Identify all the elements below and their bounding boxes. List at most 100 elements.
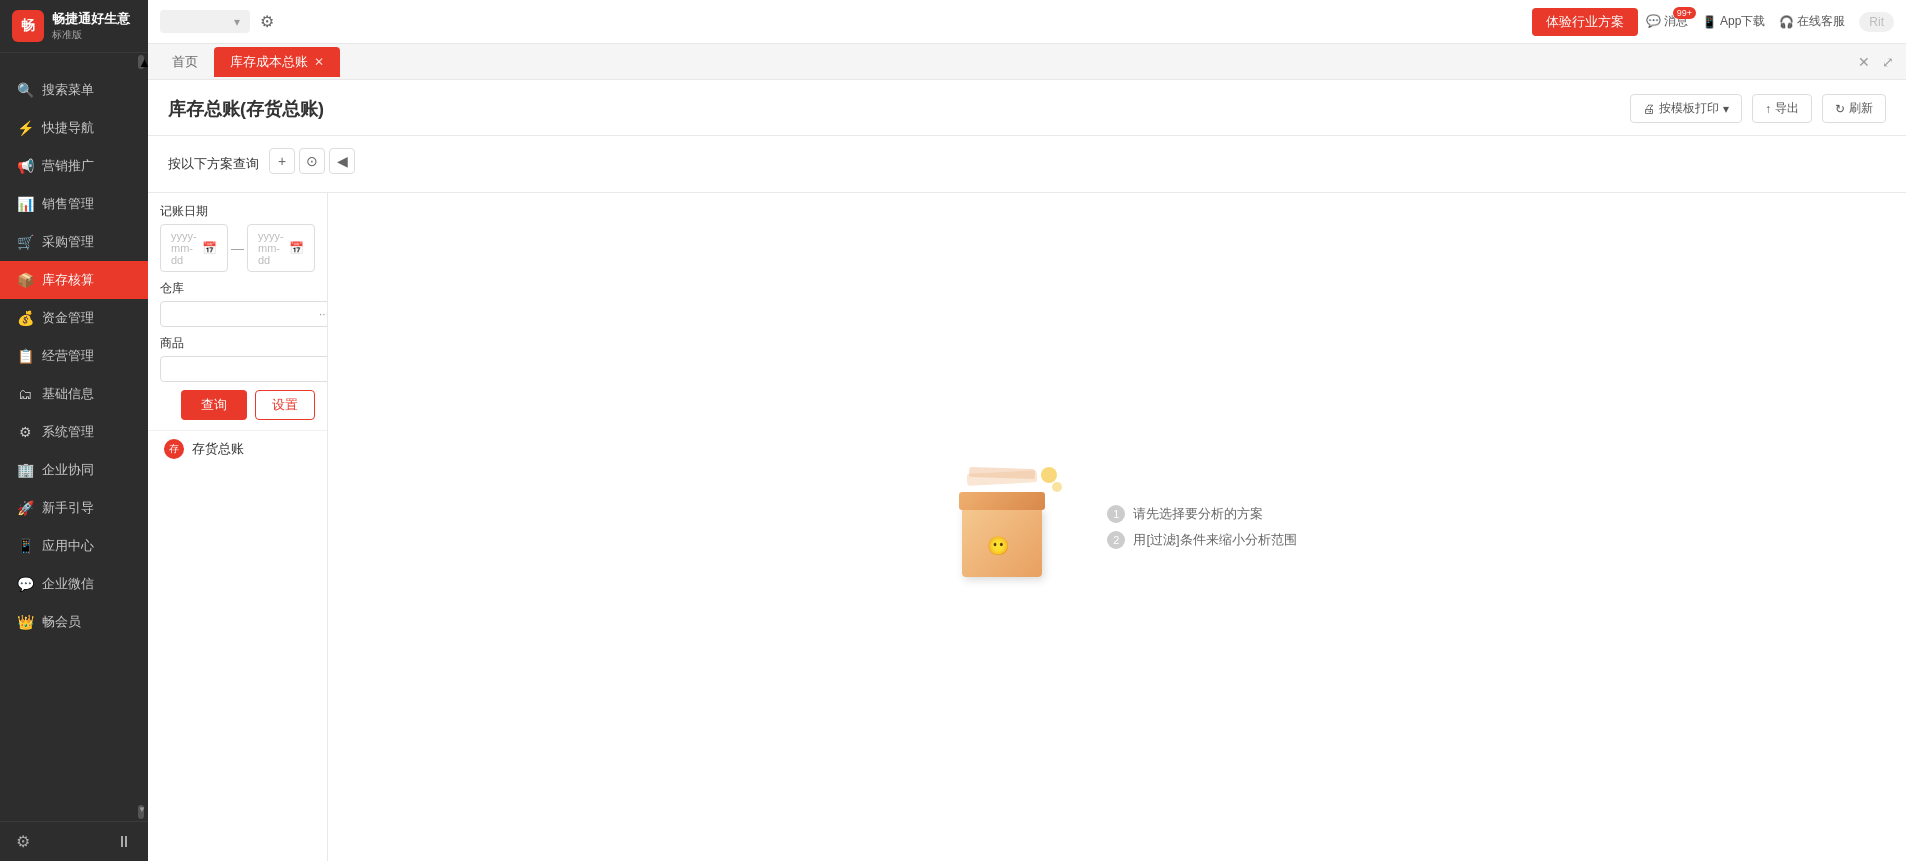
sidebar-item-membership[interactable]: 👑 畅会员 (0, 603, 148, 641)
calendar-to-icon[interactable]: 📅 (289, 241, 304, 255)
filter-collapse-btn[interactable]: ◀ (329, 148, 355, 174)
sidebar-nav: 🔍 搜索菜单 ⚡ 快捷导航 📢 营销推广 📊 销售管理 🛒 采购管理 📦 库存核… (0, 71, 148, 803)
sidebar-item-base-info[interactable]: 🗂 基础信息 (0, 375, 148, 413)
onboarding-icon: 🚀 (16, 500, 34, 516)
user-avatar-btn[interactable]: Rit (1859, 12, 1894, 32)
empty-tip-1: 1 请先选择要分析的方案 (1107, 505, 1296, 523)
warehouse-more-btn[interactable]: ··· (319, 307, 328, 321)
finance-icon: 💰 (16, 310, 34, 326)
export-icon: ↑ (1765, 102, 1771, 116)
sidebar-item-app-center[interactable]: 📱 应用中心 (0, 527, 148, 565)
sidebar-item-purchase[interactable]: 🛒 采购管理 (0, 223, 148, 261)
calendar-from-icon[interactable]: 📅 (202, 241, 217, 255)
settings-footer-btn[interactable]: ⚙ (16, 832, 30, 851)
sales-icon: 📊 (16, 196, 34, 212)
wechat-icon: 💬 (16, 576, 34, 592)
sidebar-logo: 畅 畅捷通好生意 标准版 (0, 0, 148, 53)
goods-field-label: 商品 (160, 335, 315, 352)
message-icon: 💬 (1646, 14, 1661, 28)
app-download-btn[interactable]: 📱 App下载 (1702, 13, 1765, 30)
breadcrumb-dropdown-icon[interactable]: ▾ (234, 15, 240, 29)
filter-area: 按以下方案查询 + ⊙ ◀ (148, 136, 1906, 193)
settings-gear-btn[interactable]: ⚙ (260, 12, 274, 31)
date-input-group: yyyy-mm-dd 📅 — yyyy-mm-dd 📅 (160, 224, 315, 272)
print-template-btn[interactable]: 🖨 按模板打印 ▾ (1630, 94, 1742, 123)
enterprise-icon: 🏢 (16, 462, 34, 478)
sidebar-scroll-down[interactable]: ▼ (138, 805, 144, 819)
breadcrumb-text (170, 13, 230, 30)
sidebar-item-finance[interactable]: 💰 资金管理 (0, 299, 148, 337)
empty-tip-2: 2 用[过滤]条件来缩小分析范围 (1107, 531, 1296, 549)
sidebar-scroll-up[interactable]: ▲ (138, 55, 144, 69)
scheme-item-icon: 存 (164, 439, 184, 459)
search-icon: 🔍 (16, 82, 34, 98)
tab-close-panel-btn[interactable]: ✕ (1854, 50, 1874, 74)
collapse-sidebar-btn[interactable]: ⏸ (116, 833, 132, 851)
phone-icon: 📱 (1702, 15, 1717, 29)
warehouse-field-label: 仓库 (160, 280, 315, 297)
content-area: 库存总账(存货总账) 🖨 按模板打印 ▾ ↑ 导出 ↻ 刷新 按以下方案查询 (148, 80, 1906, 861)
query-row: 记账日期 yyyy-mm-dd 📅 — yyyy-mm-dd 📅 (148, 193, 327, 431)
sidebar-item-wechat[interactable]: 💬 企业微信 (0, 565, 148, 603)
query-btn[interactable]: 查询 (181, 390, 247, 420)
filter-add-btns: + ⊙ ◀ (269, 148, 355, 174)
right-content: 😶 1 请先选择要分析的方案 (328, 193, 1906, 861)
scheme-sidebar: 记账日期 yyyy-mm-dd 📅 — yyyy-mm-dd 📅 (148, 193, 328, 861)
print-icon: 🖨 (1643, 102, 1655, 116)
online-service-btn[interactable]: 🎧 在线客服 (1779, 13, 1845, 30)
sidebar-item-search[interactable]: 🔍 搜索菜单 (0, 71, 148, 109)
inventory-icon: 📦 (16, 272, 34, 288)
purchase-icon: 🛒 (16, 234, 34, 250)
sidebar-item-system[interactable]: ⚙ 系统管理 (0, 413, 148, 451)
date-from-input[interactable]: yyyy-mm-dd 📅 (160, 224, 228, 272)
main-area: ▾ ⚙ 体验行业方案 💬 消息 99+ 📱 App下载 🎧 在线客服 Rit (148, 0, 1906, 861)
main-content: 记账日期 yyyy-mm-dd 📅 — yyyy-mm-dd 📅 (148, 193, 1906, 861)
messages-badge[interactable]: 💬 消息 99+ (1646, 13, 1688, 30)
query-action-btns: 查询 设置 (160, 390, 315, 420)
sidebar-item-operations[interactable]: 📋 经营管理 (0, 337, 148, 375)
refresh-icon: ↻ (1835, 102, 1845, 116)
system-icon: ⚙ (16, 424, 34, 440)
app-logo-icon: 畅 (12, 10, 44, 42)
warehouse-input[interactable]: ··· (160, 301, 328, 327)
date-field-label: 记账日期 (160, 203, 315, 220)
export-btn[interactable]: ↑ 导出 (1752, 94, 1812, 123)
refresh-btn[interactable]: ↻ 刷新 (1822, 94, 1886, 123)
operations-icon: 📋 (16, 348, 34, 364)
tab-home[interactable]: 首页 (156, 47, 214, 77)
tab-close-btn[interactable]: ✕ (314, 55, 324, 69)
box-face-icon: 😶 (987, 535, 1009, 557)
page-title: 库存总账(存货总账) (168, 97, 324, 133)
message-count-badge: 99+ (1673, 7, 1696, 19)
marketing-icon: 📢 (16, 158, 34, 174)
industry-solution-btn[interactable]: 体验行业方案 (1532, 8, 1638, 36)
date-to-input[interactable]: yyyy-mm-dd 📅 (247, 224, 315, 272)
sidebar-item-sales[interactable]: 📊 销售管理 (0, 185, 148, 223)
scheme-item-inventory[interactable]: 存 存货总账 (148, 431, 327, 467)
sidebar-item-enterprise[interactable]: 🏢 企业协同 (0, 451, 148, 489)
tabbar: 首页 库存成本总账 ✕ ✕ ⤢ (148, 44, 1906, 80)
membership-icon: 👑 (16, 614, 34, 630)
empty-content: 😶 1 请先选择要分析的方案 (937, 462, 1296, 592)
sidebar-item-marketing[interactable]: 📢 营销推广 (0, 147, 148, 185)
scheme-item-label: 存货总账 (192, 440, 244, 458)
tab-inventory-cost[interactable]: 库存成本总账 ✕ (214, 47, 340, 77)
empty-tips: 1 请先选择要分析的方案 2 用[过滤]条件来缩小分析范围 (1107, 505, 1296, 549)
filter-settings-btn[interactable]: ⊙ (299, 148, 325, 174)
filter-add-btn[interactable]: + (269, 148, 295, 174)
app-logo-text: 畅捷通好生意 标准版 (52, 11, 130, 41)
topbar: ▾ ⚙ 体验行业方案 💬 消息 99+ 📱 App下载 🎧 在线客服 Rit (148, 0, 1906, 44)
goods-input[interactable]: ··· (160, 356, 328, 382)
empty-illustration: 😶 (937, 462, 1067, 592)
sidebar-item-onboarding[interactable]: 🚀 新手引导 (0, 489, 148, 527)
breadcrumb-path[interactable]: ▾ (160, 10, 250, 33)
settings-field-btn[interactable]: 设置 (255, 390, 315, 420)
print-dropdown-icon: ▾ (1723, 102, 1729, 116)
sidebar-item-inventory[interactable]: 📦 库存核算 (0, 261, 148, 299)
headset-icon: 🎧 (1779, 15, 1794, 29)
quick-nav-icon: ⚡ (16, 120, 34, 136)
tab-expand-btn[interactable]: ⤢ (1878, 50, 1898, 74)
sidebar-item-quick-nav[interactable]: ⚡ 快捷导航 (0, 109, 148, 147)
topbar-breadcrumb: ▾ ⚙ (160, 10, 1524, 33)
sidebar-footer: ⚙ ⏸ (0, 821, 148, 861)
